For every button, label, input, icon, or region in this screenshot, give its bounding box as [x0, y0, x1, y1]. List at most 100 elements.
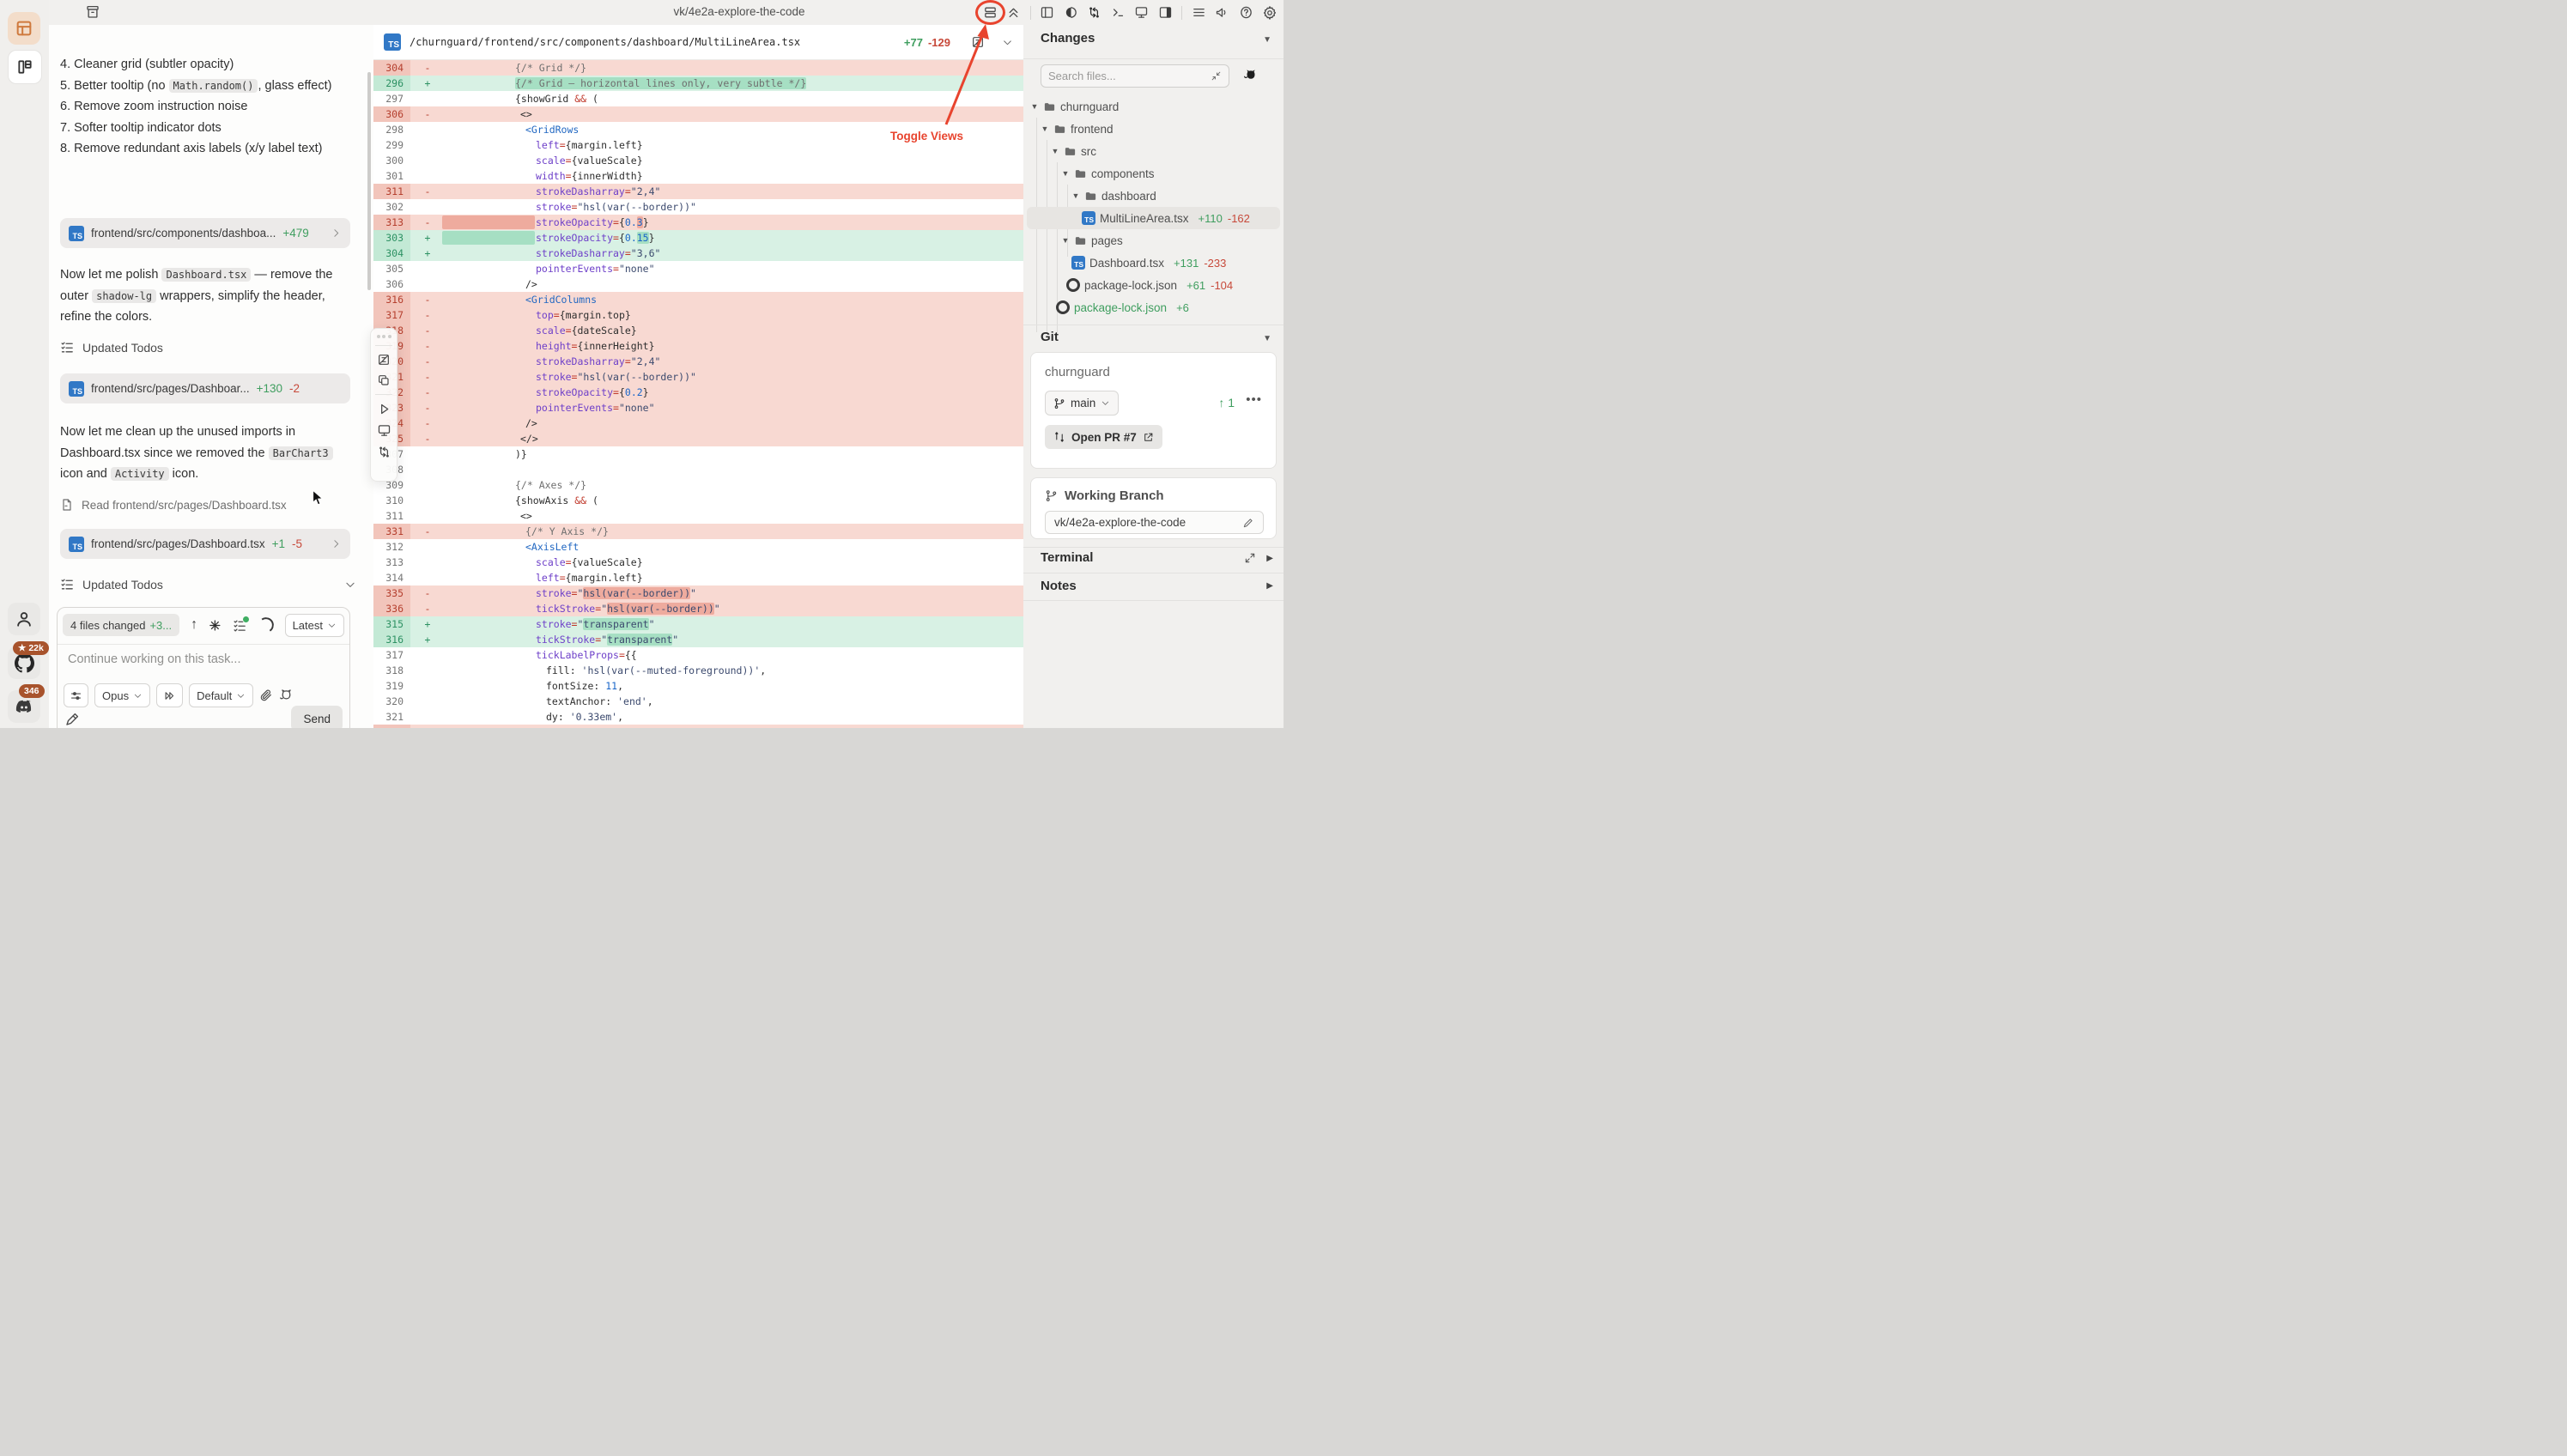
diff-row[interactable]: 331-{/* Y Axis */} — [373, 524, 1023, 539]
menu-icon[interactable] — [1192, 5, 1206, 20]
todo-list-button[interactable] — [233, 618, 247, 633]
working-branch-input[interactable]: vk/4e2a-explore-the-code — [1045, 511, 1264, 534]
diff-row[interactable]: 311-strokeDasharray="2,4" — [373, 184, 1023, 199]
file-chip-multilinearea[interactable]: TS frontend/src/components/dashboa... +4… — [60, 218, 350, 248]
caret-down-icon[interactable]: ▼ — [1061, 169, 1070, 178]
caret-down-icon[interactable]: ▼ — [1030, 102, 1039, 111]
diff-row[interactable]: 316-<GridColumns — [373, 292, 1023, 307]
diff-row[interactable]: 301width={innerWidth} — [373, 168, 1023, 184]
tree-folder-frontend[interactable]: ▼frontend — [1027, 118, 1280, 140]
chevron-down-icon[interactable] — [344, 579, 356, 591]
help-icon[interactable] — [1239, 5, 1253, 20]
diff-row[interactable]: 310{showAxis && ( — [373, 493, 1023, 508]
pen-icon[interactable] — [64, 712, 80, 727]
diff-row[interactable]: 324-/> — [373, 416, 1023, 431]
more-menu-button[interactable]: ••• — [1246, 392, 1262, 407]
inline-diff-toggle-icon[interactable] — [971, 35, 985, 49]
diff-row[interactable]: 319-height={innerHeight} — [373, 338, 1023, 354]
diff-row[interactable]: 314left={margin.left} — [373, 570, 1023, 585]
message-hover-toolbar[interactable] — [370, 328, 397, 482]
settings-gear-icon[interactable] — [1262, 5, 1277, 21]
section-expand-caret[interactable]: ▶ — [1266, 581, 1273, 591]
tree-folder-src[interactable]: ▼src — [1027, 140, 1280, 162]
diff-row[interactable]: 320-strokeDasharray="2,4" — [373, 354, 1023, 369]
tree-file-package-lock.json[interactable]: package-lock.json+6 — [1027, 296, 1280, 318]
files-changed-chip[interactable]: 4 files changed +3... — [63, 614, 179, 636]
open-pr-button[interactable]: Open PR #7 — [1045, 425, 1162, 449]
diff-row[interactable]: 306/> — [373, 276, 1023, 292]
diff-row[interactable]: 303+strokeOpacity={0.15} — [373, 230, 1023, 246]
diff-row[interactable]: 307)} — [373, 446, 1023, 462]
tree-folder-pages[interactable]: ▼pages — [1027, 229, 1280, 252]
diff-row[interactable]: 335-stroke="hsl(var(--border))" — [373, 585, 1023, 601]
edit-pencil-icon[interactable] — [1242, 517, 1254, 529]
diff-code-area[interactable]: 304-{/* Grid */}296+{/* Grid — horizonta… — [373, 60, 1023, 728]
diff-row[interactable]: 316+tickStroke="transparent" — [373, 632, 1023, 647]
caret-down-icon[interactable]: ▼ — [1051, 147, 1059, 155]
diff-row[interactable]: 311<> — [373, 508, 1023, 524]
expand-icon[interactable] — [1244, 552, 1256, 564]
search-files-input[interactable]: Search files... — [1041, 64, 1229, 88]
collapse-all-icon[interactable] — [1006, 5, 1021, 20]
scroll-top-icon[interactable]: ↑ — [191, 618, 197, 632]
file-chip-dashboard-large[interactable]: TS frontend/src/pages/Dashboar... +130 -… — [60, 373, 350, 403]
account-button[interactable] — [8, 603, 40, 635]
tree-folder-dashboard[interactable]: ▼dashboard — [1027, 185, 1280, 207]
terminal-icon[interactable] — [1111, 5, 1126, 20]
git-compare-icon[interactable] — [1087, 5, 1101, 20]
diff-row[interactable]: 313-strokeOpacity={0.3} — [373, 215, 1023, 230]
section-expand-caret[interactable]: ▶ — [1266, 554, 1273, 563]
diff-row[interactable]: 323-pointerEvents="none" — [373, 400, 1023, 416]
paperclip-icon[interactable] — [259, 689, 273, 702]
send-button[interactable]: Send — [291, 706, 343, 728]
cat-filter-icon[interactable] — [1243, 68, 1259, 83]
cat-icon[interactable] — [279, 689, 294, 703]
diff-row[interactable]: 305pointerEvents="none" — [373, 261, 1023, 276]
section-collapse-caret[interactable]: ▼ — [1263, 35, 1271, 45]
diff-row[interactable]: 312<AxisLeft — [373, 539, 1023, 555]
play-icon[interactable] — [377, 402, 391, 416]
diff-row[interactable]: 315+stroke="transparent" — [373, 616, 1023, 632]
diff-row[interactable]: 318-scale={dateScale} — [373, 323, 1023, 338]
fast-forward-button[interactable] — [156, 683, 183, 707]
chat-scrollbar[interactable] — [367, 72, 371, 290]
diff-row[interactable]: 302stroke="hsl(var(--border))" — [373, 199, 1023, 215]
tree-file-Dashboard.tsx[interactable]: TSDashboard.tsx+131-233 — [1027, 252, 1280, 274]
collapse-tree-icon[interactable] — [1211, 70, 1222, 82]
diff-row[interactable]: 313scale={valueScale} — [373, 555, 1023, 570]
megaphone-icon[interactable] — [1215, 5, 1229, 20]
drag-handle-icon[interactable] — [377, 335, 391, 338]
diff-row[interactable]: 321dy: '0.33em', — [373, 709, 1023, 725]
diff-row[interactable]: - — [373, 725, 1023, 728]
git-compare-icon[interactable] — [377, 445, 391, 459]
tree-folder-components[interactable]: ▼components — [1027, 162, 1280, 185]
spark-icon[interactable] — [209, 619, 222, 632]
diff-row[interactable]: 325-</> — [373, 431, 1023, 446]
diff-row[interactable]: 304+strokeDasharray="3,6" — [373, 246, 1023, 261]
workspace-button-board[interactable] — [8, 50, 42, 84]
latest-dropdown[interactable]: Latest — [285, 614, 344, 637]
updated-todos-row[interactable]: Updated Todos — [60, 340, 356, 355]
section-collapse-caret[interactable]: ▼ — [1263, 334, 1271, 343]
branch-dropdown[interactable]: main — [1045, 391, 1119, 416]
diff-row[interactable]: 308 — [373, 462, 1023, 477]
composer-settings-button[interactable] — [64, 683, 88, 707]
updated-todos-row-2[interactable]: Updated Todos — [60, 577, 356, 592]
diff-row[interactable]: 297{showGrid && ( — [373, 91, 1023, 106]
diff-row[interactable]: 309{/* Axes */} — [373, 477, 1023, 493]
model-dropdown[interactable]: Opus — [94, 683, 150, 707]
caret-down-icon[interactable]: ▼ — [1041, 124, 1049, 133]
tree-folder-churnguard[interactable]: ▼churnguard — [1027, 95, 1280, 118]
diff-row[interactable]: 306-<> — [373, 106, 1023, 122]
file-chip-dashboard-small[interactable]: TS frontend/src/pages/Dashboard.tsx +1 -… — [60, 529, 350, 559]
diff-row[interactable]: 319fontSize: 11, — [373, 678, 1023, 694]
read-file-row[interactable]: Read frontend/src/pages/Dashboard.tsx — [60, 498, 287, 512]
tree-file-MultiLineArea.tsx[interactable]: TSMultiLineArea.tsx+110-162 — [1027, 207, 1280, 229]
diff-row[interactable]: 304-{/* Grid */} — [373, 60, 1023, 76]
caret-down-icon[interactable]: ▼ — [1061, 236, 1070, 245]
monitor-icon[interactable] — [1134, 5, 1149, 20]
copy-icon[interactable] — [377, 373, 391, 387]
contrast-icon[interactable] — [1064, 5, 1078, 20]
panel-right-icon[interactable] — [1158, 5, 1173, 20]
diff-row[interactable]: 300scale={valueScale} — [373, 153, 1023, 168]
